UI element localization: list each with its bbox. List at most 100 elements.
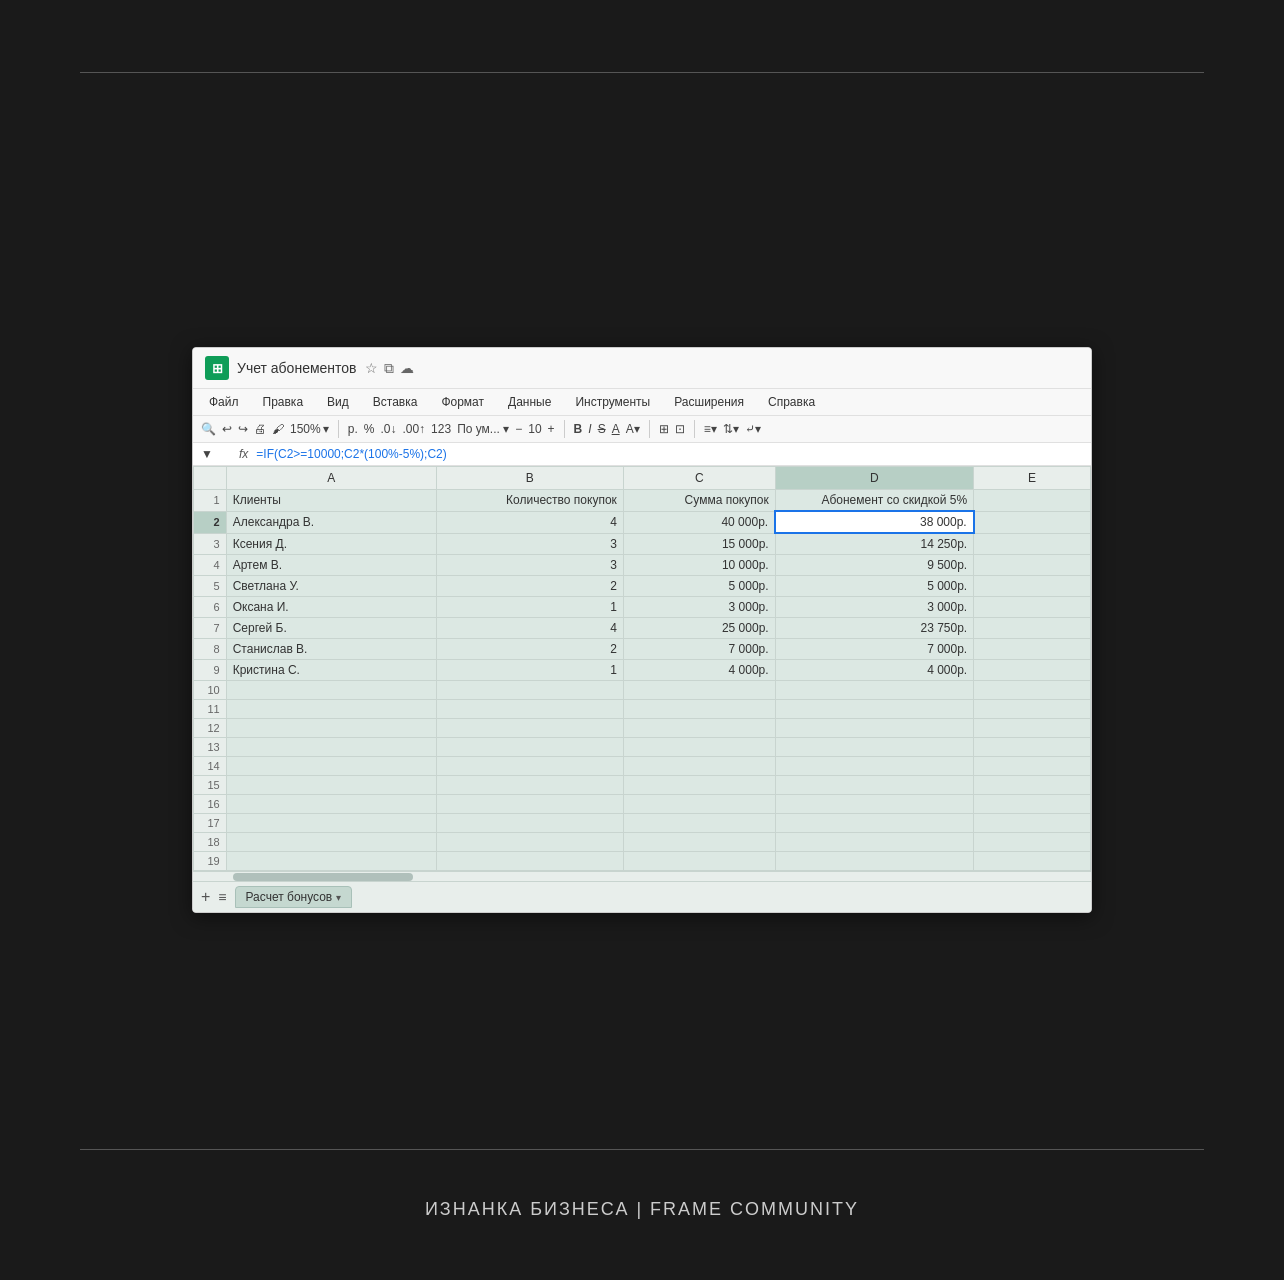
menu-insert[interactable]: Вставка: [369, 393, 422, 411]
cell-c2[interactable]: 40 000р.: [623, 511, 775, 533]
menu-tools[interactable]: Инструменты: [571, 393, 654, 411]
font-dropdown[interactable]: По ум... ▾: [457, 422, 509, 436]
row-number: 3: [194, 533, 227, 555]
sheet-tabs-bar: + ≡ Расчет бонусов ▾: [193, 881, 1091, 912]
table-row: 1 Клиенты Количество покупок Сумма покуп…: [194, 490, 1091, 512]
valign-icon[interactable]: ⇅▾: [723, 422, 739, 436]
bold-icon[interactable]: B: [574, 422, 583, 436]
borders-icon[interactable]: ⊞: [659, 422, 669, 436]
cell-a5[interactable]: Светлана У.: [226, 576, 436, 597]
row-number: 6: [194, 597, 227, 618]
percent-icon[interactable]: %: [364, 422, 375, 436]
cell-a8[interactable]: Станислав В.: [226, 639, 436, 660]
cell-b2[interactable]: 4: [436, 511, 623, 533]
col-header-c[interactable]: C: [623, 467, 775, 490]
cell-a3[interactable]: Ксения Д.: [226, 533, 436, 555]
col-header-b[interactable]: B: [436, 467, 623, 490]
cell-b8[interactable]: 2: [436, 639, 623, 660]
cell-c4[interactable]: 10 000р.: [623, 555, 775, 576]
cell-a7[interactable]: Сергей Б.: [226, 618, 436, 639]
header-discount[interactable]: Абонемент со скидкой 5%: [775, 490, 974, 512]
undo-icon[interactable]: ↩: [222, 422, 232, 436]
cell-c3[interactable]: 15 000р.: [623, 533, 775, 555]
formula-content[interactable]: =IF(C2>=10000;C2*(100%-5%);C2): [256, 447, 446, 461]
search-icon[interactable]: 🔍: [201, 422, 216, 436]
paint-format-icon[interactable]: 🖌: [272, 422, 284, 436]
row-number: 1: [194, 490, 227, 512]
col-header-a[interactable]: A: [226, 467, 436, 490]
strikethrough-icon[interactable]: S: [598, 422, 606, 436]
toolbar-separator: [338, 420, 339, 438]
cell-d7[interactable]: 23 750р.: [775, 618, 974, 639]
cell-a4[interactable]: Артем В.: [226, 555, 436, 576]
row-number: 5: [194, 576, 227, 597]
sheet-tab-dropdown-icon[interactable]: ▾: [336, 892, 341, 903]
formula-bar: ▼ fx =IF(C2>=10000;C2*(100%-5%);C2): [193, 443, 1091, 466]
table-row: 2 Александра В. 4 40 000р. 38 000р.: [194, 511, 1091, 533]
cell-a9[interactable]: Кристина С.: [226, 660, 436, 681]
print-icon[interactable]: 🖨: [254, 422, 266, 436]
zoom-dropdown-icon[interactable]: ▾: [323, 422, 329, 436]
star-icon[interactable]: ☆: [365, 360, 378, 377]
font-size-minus[interactable]: −: [515, 422, 522, 436]
add-sheet-button[interactable]: +: [201, 888, 210, 906]
horizontal-scrollbar[interactable]: [193, 871, 1091, 881]
menu-edit[interactable]: Правка: [259, 393, 308, 411]
copy-icon[interactable]: ⧉: [384, 360, 394, 377]
menu-data[interactable]: Данные: [504, 393, 555, 411]
cell-d4[interactable]: 9 500р.: [775, 555, 974, 576]
menu-help[interactable]: Справка: [764, 393, 819, 411]
table-row: 9 Кристина С. 1 4 000р. 4 000р.: [194, 660, 1091, 681]
cell-b6[interactable]: 1: [436, 597, 623, 618]
row-number: 7: [194, 618, 227, 639]
menu-extensions[interactable]: Расширения: [670, 393, 748, 411]
row-number: 4: [194, 555, 227, 576]
cell-c5[interactable]: 5 000р.: [623, 576, 775, 597]
sheet-menu-button[interactable]: ≡: [218, 889, 226, 905]
cell-a6[interactable]: Оксана И.: [226, 597, 436, 618]
sheet-tab-bonuses[interactable]: Расчет бонусов ▾: [235, 886, 353, 908]
menu-format[interactable]: Формат: [437, 393, 488, 411]
toolbar-separator-3: [649, 420, 650, 438]
decimal-down-icon[interactable]: .0↓: [380, 422, 396, 436]
cell-reference-dropdown[interactable]: ▼: [201, 447, 231, 461]
cell-c7[interactable]: 25 000р.: [623, 618, 775, 639]
cell-d6[interactable]: 3 000р.: [775, 597, 974, 618]
col-header-e[interactable]: E: [974, 467, 1091, 490]
font-size-plus[interactable]: +: [548, 422, 555, 436]
redo-icon[interactable]: ↪: [238, 422, 248, 436]
decimal-up-icon[interactable]: .00↑: [402, 422, 425, 436]
wrap-icon[interactable]: ⤶▾: [745, 422, 761, 436]
col-header-d[interactable]: D: [775, 467, 974, 490]
menu-view[interactable]: Вид: [323, 393, 353, 411]
cloud-icon[interactable]: ☁: [400, 360, 414, 377]
cell-b4[interactable]: 3: [436, 555, 623, 576]
cell-c8[interactable]: 7 000р.: [623, 639, 775, 660]
cell-a2[interactable]: Александра В.: [226, 511, 436, 533]
header-sum[interactable]: Сумма покупок: [623, 490, 775, 512]
cell-d9[interactable]: 4 000р.: [775, 660, 974, 681]
header-quantity[interactable]: Количество покупок: [436, 490, 623, 512]
cell-d8[interactable]: 7 000р.: [775, 639, 974, 660]
text-color-icon[interactable]: A▾: [626, 422, 640, 436]
currency-icon[interactable]: р.: [348, 422, 358, 436]
merge-icon[interactable]: ⊡: [675, 422, 685, 436]
menu-file[interactable]: Файл: [205, 393, 243, 411]
cell-c6[interactable]: 3 000р.: [623, 597, 775, 618]
format-123[interactable]: 123: [431, 422, 451, 436]
cell-d5[interactable]: 5 000р.: [775, 576, 974, 597]
cell-b9[interactable]: 1: [436, 660, 623, 681]
align-icon[interactable]: ≡▾: [704, 422, 717, 436]
cell-b7[interactable]: 4: [436, 618, 623, 639]
header-clients[interactable]: Клиенты: [226, 490, 436, 512]
underline-icon[interactable]: A: [612, 422, 620, 436]
cell-c9[interactable]: 4 000р.: [623, 660, 775, 681]
font-size-value[interactable]: 10: [528, 422, 541, 436]
cell-d3[interactable]: 14 250р.: [775, 533, 974, 555]
cell-d2[interactable]: 38 000р.: [775, 511, 974, 533]
cell-b3[interactable]: 3: [436, 533, 623, 555]
italic-icon[interactable]: I: [588, 422, 591, 436]
cell-b5[interactable]: 2: [436, 576, 623, 597]
zoom-control[interactable]: 150% ▾: [290, 422, 329, 436]
cell-e5: [974, 576, 1091, 597]
